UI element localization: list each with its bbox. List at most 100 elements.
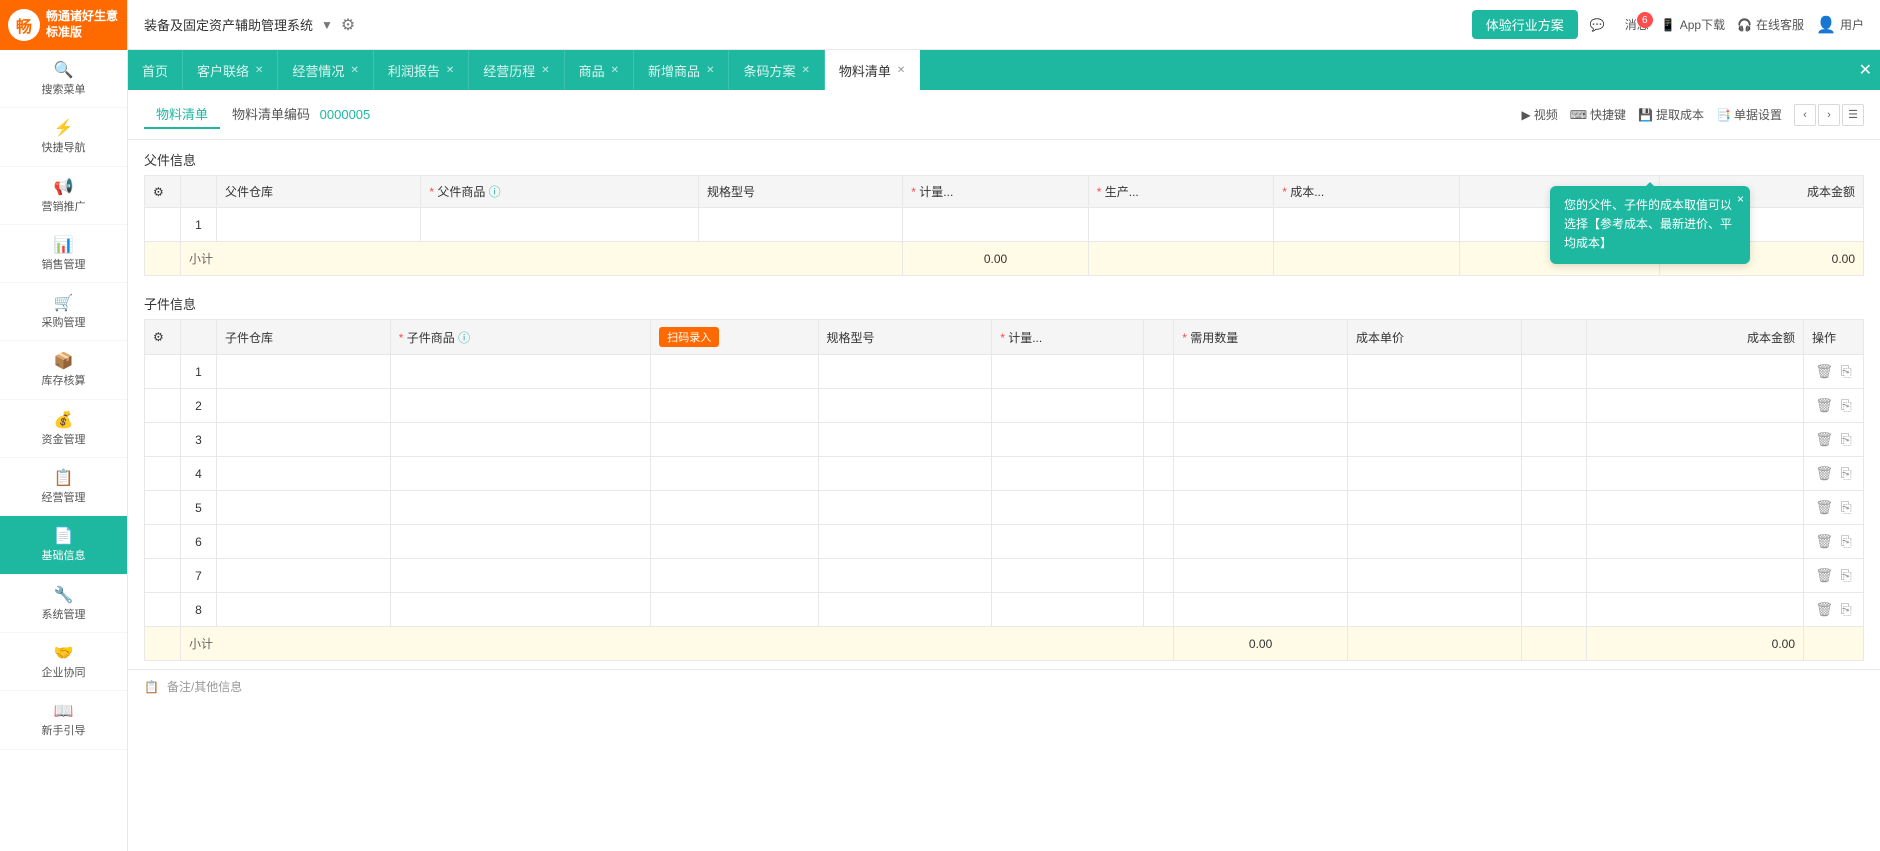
child-row-warehouse-4[interactable] <box>217 491 391 525</box>
sidebar-item-system[interactable]: 🔧 系统管理 <box>0 575 127 633</box>
copy-icon-5[interactable]: ⎘ <box>1840 533 1851 549</box>
child-row-goods-4[interactable] <box>390 491 651 525</box>
sidebar-item-inventory[interactable]: 📦 库存核算 <box>0 341 127 399</box>
child-row-warehouse-2[interactable] <box>217 423 391 457</box>
tab-profit-close[interactable]: ✕ <box>446 65 454 76</box>
single-setting-action[interactable]: 📑 单据设置 <box>1716 106 1782 123</box>
child-row-unit-price-5[interactable] <box>1347 525 1521 559</box>
sidebar-item-quick[interactable]: ⚡ 快捷导航 <box>0 108 127 166</box>
sidebar-item-guide[interactable]: 📖 新手引导 <box>0 691 127 749</box>
parent-row-spec[interactable] <box>698 208 902 242</box>
child-row-goods-3[interactable] <box>390 457 651 491</box>
parent-row-warehouse[interactable] <box>217 208 421 242</box>
sidebar-item-finance[interactable]: 💰 资金管理 <box>0 400 127 458</box>
sidebar-item-ops[interactable]: 📋 经营管理 <box>0 458 127 516</box>
child-row-qty-5[interactable] <box>1174 525 1348 559</box>
child-row-spec-4[interactable] <box>818 491 992 525</box>
child-row-warehouse-7[interactable] <box>217 593 391 627</box>
child-row-warehouse-6[interactable] <box>217 559 391 593</box>
child-row-unit-6[interactable] <box>992 559 1144 593</box>
message-button[interactable]: 💬 6 消息 <box>1590 16 1649 33</box>
child-row-unit-3[interactable] <box>992 457 1144 491</box>
copy-icon-4[interactable]: ⎘ <box>1840 499 1851 515</box>
copy-icon-3[interactable]: ⎘ <box>1840 465 1851 481</box>
child-row-unit-price-0[interactable] <box>1347 355 1521 389</box>
delete-icon-0[interactable]: 🗑 <box>1815 363 1833 379</box>
next-page-button[interactable]: › <box>1818 104 1840 126</box>
delete-icon-3[interactable]: 🗑 <box>1815 465 1833 481</box>
child-row-unit-5[interactable] <box>992 525 1144 559</box>
parent-row-cost[interactable] <box>1274 208 1459 242</box>
tab-barcode-close[interactable]: ✕ <box>801 65 809 76</box>
tab-customer[interactable]: 客户联络 ✕ <box>183 50 278 90</box>
copy-icon-2[interactable]: ⎘ <box>1840 431 1851 447</box>
child-row-unit-7[interactable] <box>992 593 1144 627</box>
child-row-unit-4[interactable] <box>992 491 1144 525</box>
tab-customer-close[interactable]: ✕ <box>255 65 263 76</box>
child-row-unit-price-1[interactable] <box>1347 389 1521 423</box>
delete-icon-4[interactable]: 🗑 <box>1815 499 1833 515</box>
child-row-qty-1[interactable] <box>1174 389 1348 423</box>
parent-row-unit[interactable] <box>903 208 1088 242</box>
tab-goods-close[interactable]: ✕ <box>611 65 619 76</box>
child-row-qty-6[interactable] <box>1174 559 1348 593</box>
child-row-goods-1[interactable] <box>390 389 651 423</box>
tab-goods[interactable]: 商品 ✕ <box>565 50 634 90</box>
tab-situation-close[interactable]: ✕ <box>350 65 358 76</box>
sidebar-item-base[interactable]: 📄 基础信息 <box>0 516 127 574</box>
child-row-unit-2[interactable] <box>992 423 1144 457</box>
child-row-unit-1[interactable] <box>992 389 1144 423</box>
sidebar-item-sales[interactable]: 📊 销售管理 <box>0 225 127 283</box>
child-row-qty-0[interactable] <box>1174 355 1348 389</box>
sidebar-item-marketing[interactable]: 📢 营销推广 <box>0 167 127 225</box>
tab-add-goods-close[interactable]: ✕ <box>706 65 714 76</box>
parent-row-produce[interactable] <box>1088 208 1273 242</box>
scan-button[interactable]: 扫码录入 <box>659 327 719 347</box>
delete-icon-2[interactable]: 🗑 <box>1815 431 1833 447</box>
child-row-warehouse-3[interactable] <box>217 457 391 491</box>
child-row-goods-0[interactable] <box>390 355 651 389</box>
tab-bom[interactable]: 物料清单 ✕ <box>825 50 920 90</box>
delete-icon-5[interactable]: 🗑 <box>1815 533 1833 549</box>
tab-situation[interactable]: 经营情况 ✕ <box>278 50 373 90</box>
copy-icon-0[interactable]: ⎘ <box>1840 363 1851 379</box>
delete-icon-6[interactable]: 🗑 <box>1815 567 1833 583</box>
tab-history[interactable]: 经营历程 ✕ <box>469 50 564 90</box>
parent-col-settings[interactable]: ⚙ <box>145 176 181 208</box>
copy-icon-6[interactable]: ⎘ <box>1840 567 1851 583</box>
tab-history-close[interactable]: ✕ <box>541 65 549 76</box>
parent-row-goods[interactable] <box>421 208 699 242</box>
settings-icon[interactable]: ⚙ <box>341 15 355 35</box>
child-row-spec-1[interactable] <box>818 389 992 423</box>
online-service-button[interactable]: 🎧 在线客服 <box>1737 16 1804 33</box>
shortcut-action[interactable]: ⌨ 快捷键 <box>1570 106 1626 123</box>
child-row-goods-2[interactable] <box>390 423 651 457</box>
tab-barcode[interactable]: 条码方案 ✕ <box>729 50 824 90</box>
child-row-unit-price-6[interactable] <box>1347 559 1521 593</box>
trial-button[interactable]: 体验行业方案 <box>1472 10 1578 39</box>
child-row-unit-0[interactable] <box>992 355 1144 389</box>
extract-action[interactable]: 💾 提取成本 <box>1638 106 1704 123</box>
child-row-spec-2[interactable] <box>818 423 992 457</box>
close-all-icon[interactable]: ✕ <box>1859 60 1872 80</box>
child-col-settings[interactable]: ⚙ <box>145 320 181 355</box>
child-row-qty-3[interactable] <box>1174 457 1348 491</box>
list-view-button[interactable]: ☰ <box>1842 104 1864 126</box>
child-row-unit-price-7[interactable] <box>1347 593 1521 627</box>
tab-bom-close[interactable]: ✕ <box>897 65 905 76</box>
child-row-goods-7[interactable] <box>390 593 651 627</box>
copy-icon-7[interactable]: ⎘ <box>1840 601 1851 617</box>
sidebar-item-purchase[interactable]: 🛒 采购管理 <box>0 283 127 341</box>
child-row-qty-7[interactable] <box>1174 593 1348 627</box>
child-row-unit-price-4[interactable] <box>1347 491 1521 525</box>
child-row-spec-0[interactable] <box>818 355 992 389</box>
child-row-unit-price-3[interactable] <box>1347 457 1521 491</box>
sidebar-item-coop[interactable]: 🤝 企业协同 <box>0 633 127 691</box>
child-col-scan[interactable]: 扫码录入 <box>651 320 818 355</box>
child-row-goods-5[interactable] <box>390 525 651 559</box>
tooltip-close-button[interactable]: × <box>1737 190 1744 209</box>
child-row-warehouse-5[interactable] <box>217 525 391 559</box>
dropdown-arrow-icon[interactable]: ▼ <box>321 18 333 32</box>
child-row-qty-4[interactable] <box>1174 491 1348 525</box>
tab-add-goods[interactable]: 新增商品 ✕ <box>634 50 729 90</box>
